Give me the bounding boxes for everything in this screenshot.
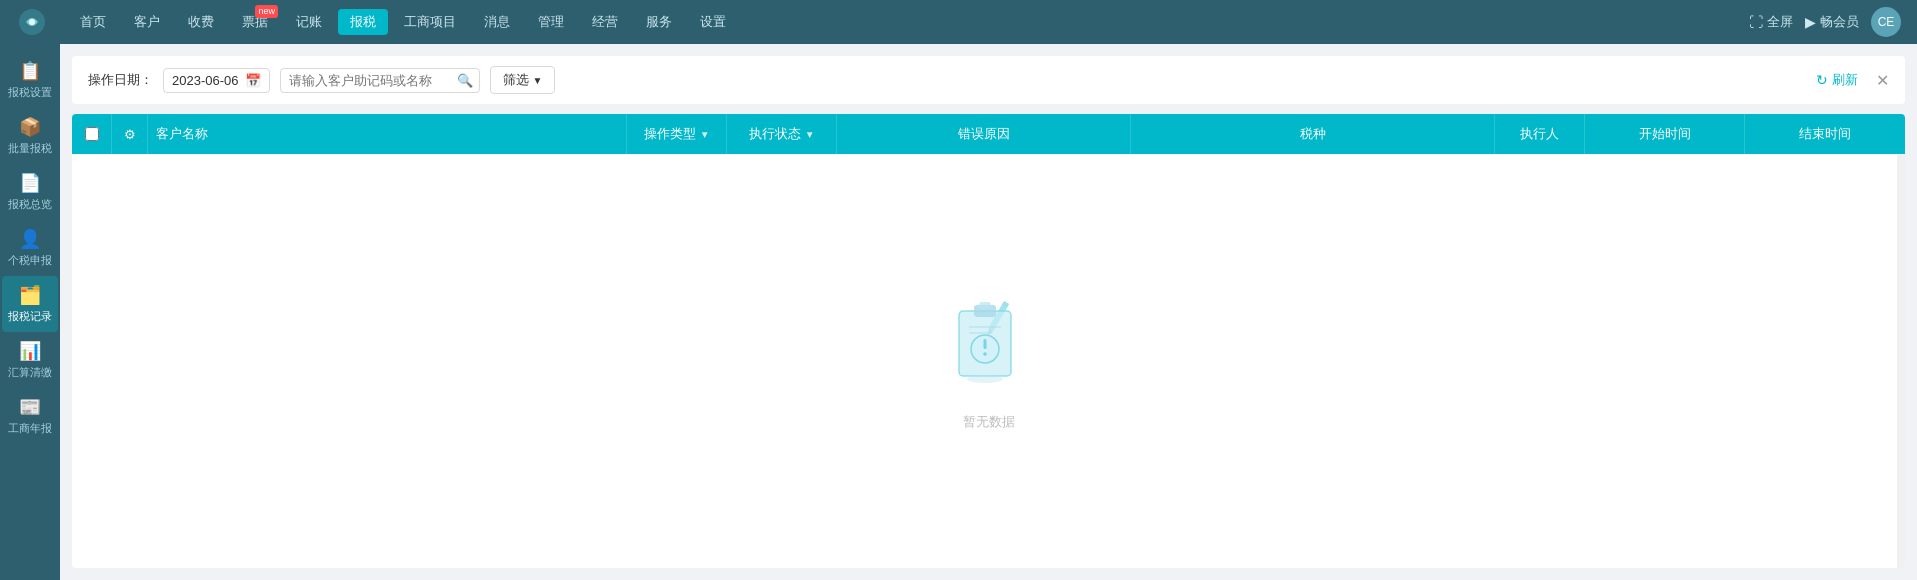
table-header: ⚙ 客户名称 操作类型 ▼ 执行状态 ▼ 错误原因 税种: [72, 114, 1905, 154]
table-body: 暂无数据: [72, 154, 1905, 568]
table-container: ⚙ 客户名称 操作类型 ▼ 执行状态 ▼ 错误原因 税种: [72, 114, 1905, 568]
settlement-icon: 📊: [19, 340, 41, 362]
svg-rect-14: [969, 332, 993, 334]
refresh-button[interactable]: ↻ 刷新: [1816, 71, 1858, 89]
op-type-filter-icon[interactable]: ▼: [700, 129, 710, 140]
nav-fee[interactable]: 收费: [176, 9, 226, 35]
nav-business[interactable]: 工商项目: [392, 9, 468, 35]
filter-bar: 操作日期： 2023-06-06 📅 🔍 筛选 ▼ ↻ 刷新 ✕: [72, 56, 1905, 104]
fullscreen-button[interactable]: ⛶ 全屏: [1749, 13, 1793, 31]
refresh-icon: ↻: [1816, 72, 1828, 88]
settings-icon: ⚙: [124, 127, 136, 142]
empty-state: 暂无数据: [944, 291, 1034, 431]
nav-bookkeeping[interactable]: 记账: [284, 9, 334, 35]
tax-records-icon: 🗂️: [19, 284, 41, 306]
search-icon: 🔍: [457, 73, 473, 88]
nav-business-ops[interactable]: 经营: [580, 9, 630, 35]
exec-status-filter-icon[interactable]: ▼: [805, 129, 815, 140]
sidebar-item-tax-overview[interactable]: 📄 报税总览: [2, 164, 58, 220]
th-tax-type: 税种: [1131, 114, 1495, 154]
content-area: 操作日期： 2023-06-06 📅 🔍 筛选 ▼ ↻ 刷新 ✕: [60, 44, 1917, 580]
nav-service[interactable]: 服务: [634, 9, 684, 35]
th-exec-status: 执行状态 ▼: [727, 114, 837, 154]
member-button[interactable]: ▶ 畅会员: [1805, 13, 1859, 31]
annual-report-icon: 📰: [19, 396, 41, 418]
th-op-type: 操作类型 ▼: [627, 114, 727, 154]
batch-tax-icon: 📦: [19, 116, 41, 138]
fullscreen-icon: ⛶: [1749, 14, 1763, 30]
search-box: 🔍: [280, 68, 480, 93]
date-value: 2023-06-06: [172, 73, 239, 88]
th-client-name: 客户名称: [148, 114, 627, 154]
sidebar-item-annual-report[interactable]: 📰 工商年报: [2, 388, 58, 444]
nav-items: 首页 客户 收费 票据 new 记账 报税 工商项目 消息 管理 经营 服务 设…: [68, 9, 1749, 35]
nav-message[interactable]: 消息: [472, 9, 522, 35]
chevron-down-icon: ▼: [533, 75, 543, 86]
app-logo[interactable]: [16, 6, 48, 38]
nav-home[interactable]: 首页: [68, 9, 118, 35]
empty-text: 暂无数据: [963, 413, 1015, 431]
search-input[interactable]: [289, 73, 457, 88]
sidebar: 📋 报税设置 📦 批量报税 📄 报税总览 👤 个税申报 🗂️ 报税记录 📊 汇算…: [0, 44, 60, 580]
new-badge: new: [255, 5, 278, 18]
calendar-icon: 📅: [245, 73, 261, 88]
scroll-indicator[interactable]: [1897, 154, 1905, 568]
sidebar-item-settlement[interactable]: 📊 汇算清缴: [2, 332, 58, 388]
th-executor: 执行人: [1495, 114, 1585, 154]
sidebar-item-personal-tax[interactable]: 👤 个税申报: [2, 220, 58, 276]
svg-point-1: [29, 19, 35, 25]
svg-point-15: [967, 375, 1003, 383]
main-layout: 📋 报税设置 📦 批量报税 📄 报税总览 👤 个税申报 🗂️ 报税记录 📊 汇算…: [0, 44, 1917, 580]
top-navigation: 首页 客户 收费 票据 new 记账 报税 工商项目 消息 管理 经营 服务 设…: [0, 0, 1917, 44]
svg-rect-8: [979, 302, 991, 309]
svg-rect-13: [969, 326, 1001, 328]
th-end-time: 结束时间: [1745, 114, 1905, 154]
personal-tax-icon: 👤: [19, 228, 41, 250]
sidebar-item-batch-tax[interactable]: 📦 批量报税: [2, 108, 58, 164]
tax-settings-icon: 📋: [19, 60, 41, 82]
date-label: 操作日期：: [88, 71, 153, 89]
member-icon: ▶: [1805, 14, 1816, 30]
tax-overview-icon: 📄: [19, 172, 41, 194]
close-button[interactable]: ✕: [1876, 71, 1889, 90]
th-error-reason: 错误原因: [837, 114, 1131, 154]
empty-illustration: [944, 291, 1034, 401]
nav-invoice[interactable]: 票据 new: [230, 9, 280, 35]
nav-manage[interactable]: 管理: [526, 9, 576, 35]
th-start-time: 开始时间: [1585, 114, 1745, 154]
sidebar-item-tax-records[interactable]: 🗂️ 报税记录: [2, 276, 58, 332]
filter-button[interactable]: 筛选 ▼: [490, 66, 556, 94]
sidebar-item-tax-settings[interactable]: 📋 报税设置: [2, 52, 58, 108]
top-nav-right: ⛶ 全屏 ▶ 畅会员 CE: [1749, 7, 1901, 37]
nav-tax[interactable]: 报税: [338, 9, 388, 35]
nav-settings[interactable]: 设置: [688, 9, 738, 35]
nav-client[interactable]: 客户: [122, 9, 172, 35]
th-settings[interactable]: ⚙: [112, 114, 148, 154]
svg-point-12: [983, 352, 987, 356]
svg-rect-11: [983, 339, 986, 349]
avatar[interactable]: CE: [1871, 7, 1901, 37]
th-checkbox[interactable]: [72, 114, 112, 154]
select-all-checkbox[interactable]: [85, 127, 99, 141]
date-picker[interactable]: 2023-06-06 📅: [163, 68, 270, 93]
